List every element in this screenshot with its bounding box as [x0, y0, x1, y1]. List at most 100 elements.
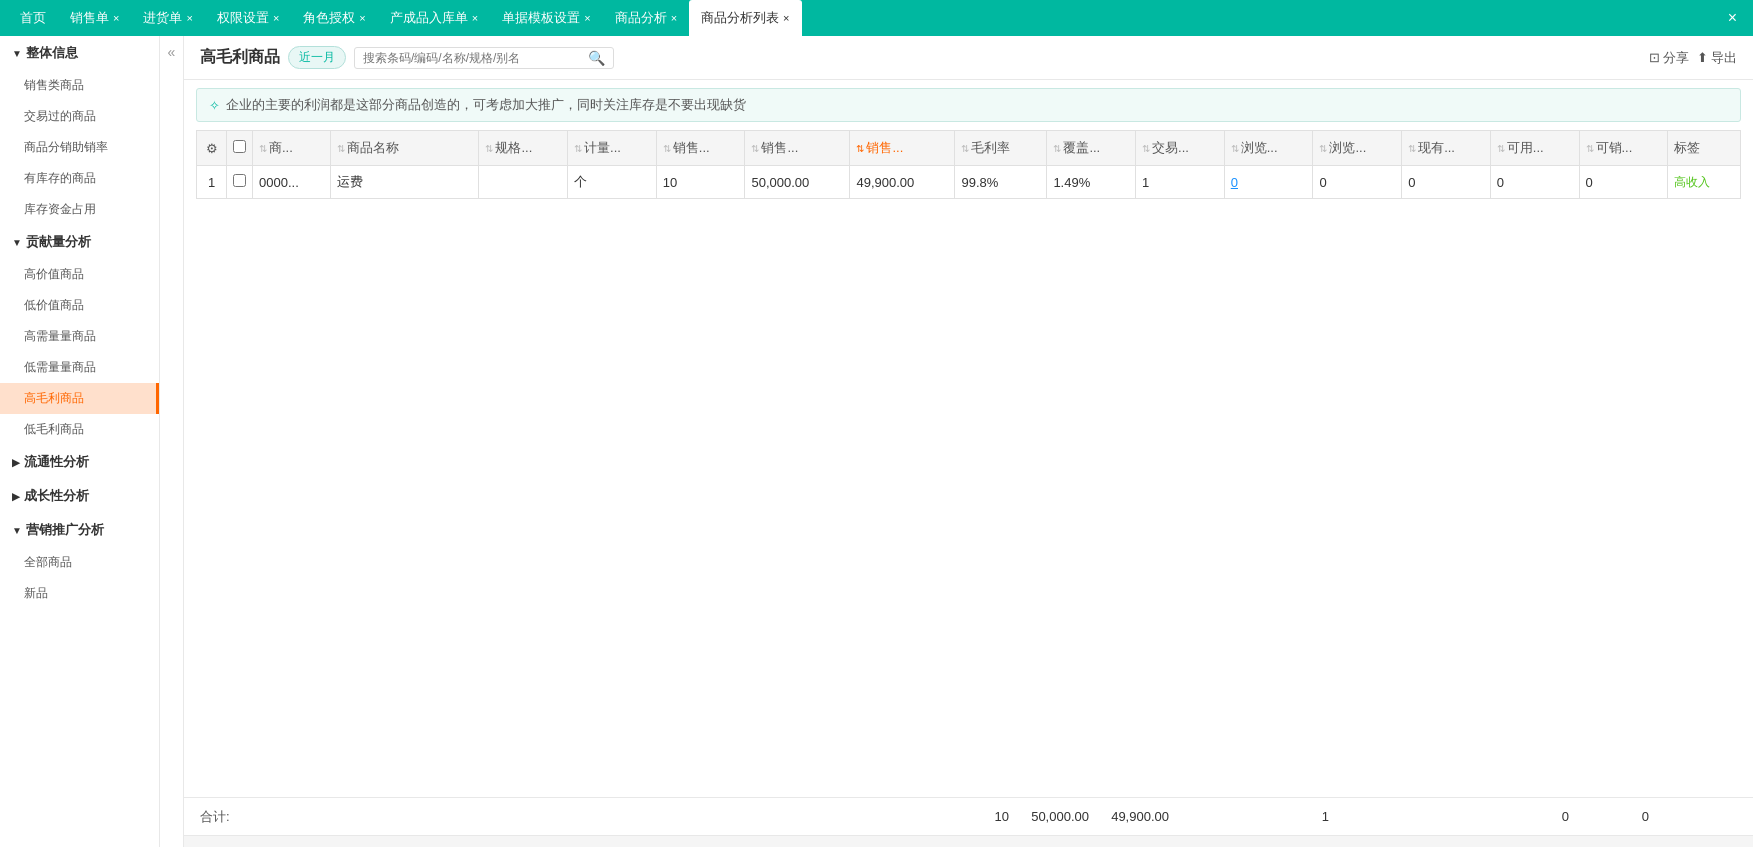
close-roles-tab[interactable]: ×: [359, 12, 365, 24]
col-spec[interactable]: ⇅规格...: [479, 131, 568, 166]
col-available-stock[interactable]: ⇅可用...: [1490, 131, 1579, 166]
search-input[interactable]: [363, 51, 588, 65]
export-icon: ⬆: [1697, 50, 1708, 65]
cell-name: 运费: [331, 166, 479, 199]
col-code[interactable]: ⇅商...: [253, 131, 331, 166]
sidebar-item-new-goods[interactable]: 新品: [0, 578, 159, 609]
col-view2[interactable]: ⇅浏览...: [1313, 131, 1402, 166]
sidebar-item-high-value[interactable]: 高价值商品: [0, 259, 159, 290]
sidebar-item-distribution-rate[interactable]: 商品分销助销率: [0, 132, 159, 163]
cell-checkbox[interactable]: [227, 166, 253, 199]
footer-current-stock: 0: [1497, 809, 1577, 824]
col-checkbox[interactable]: [227, 131, 253, 166]
filter-recent-month-button[interactable]: 近一月: [288, 46, 346, 69]
col-unit[interactable]: ⇅计量...: [568, 131, 657, 166]
col-tag[interactable]: 标签: [1668, 131, 1741, 166]
close-analysis-list-tab[interactable]: ×: [783, 12, 789, 24]
top-navigation: 首页 销售单 × 进货单 × 权限设置 × 角色授权 × 产成品入库单 × 单据…: [0, 0, 1753, 36]
share-icon: ⊡: [1649, 50, 1660, 65]
nav-purchase[interactable]: 进货单 ×: [131, 0, 204, 36]
table-area: ⚙ ⇅商... ⇅商品名称 ⇅规格... ⇅计量... ⇅销售... ⇅销售..…: [184, 130, 1753, 797]
cell-view2: 0: [1313, 166, 1402, 199]
export-button[interactable]: ⬆ 导出: [1697, 49, 1737, 67]
col-name[interactable]: ⇅商品名称: [331, 131, 479, 166]
close-sales-tab[interactable]: ×: [113, 12, 119, 24]
sidebar-group-marketing[interactable]: ▼ 营销推广分析: [0, 513, 159, 547]
close-analysis-tab[interactable]: ×: [671, 12, 677, 24]
sidebar-group-contribution[interactable]: ▼ 贡献量分析: [0, 225, 159, 259]
sidebar-item-high-margin[interactable]: 高毛利商品: [0, 383, 159, 414]
cell-sales-amount: 50,000.00: [745, 166, 850, 199]
nav-template[interactable]: 单据模板设置 ×: [490, 0, 602, 36]
nav-analysis[interactable]: 商品分析 ×: [603, 0, 689, 36]
cell-current-stock: 0: [1402, 166, 1491, 199]
col-sales-qty[interactable]: ⇅销售...: [656, 131, 745, 166]
sidebar-item-stock-capital[interactable]: 库存资金占用: [0, 194, 159, 225]
cell-saleable-stock: 0: [1579, 166, 1668, 199]
col-gross-rate[interactable]: ⇅毛利率: [955, 131, 1047, 166]
sidebar-item-sales-goods[interactable]: 销售类商品: [0, 70, 159, 101]
sidebar-item-traded-goods[interactable]: 交易过的商品: [0, 101, 159, 132]
nav-permissions[interactable]: 权限设置 ×: [205, 0, 291, 36]
col-saleable-stock[interactable]: ⇅可销...: [1579, 131, 1668, 166]
sidebar-group-liquidity[interactable]: ▶ 流通性分析: [0, 445, 159, 479]
sidebar-item-high-demand[interactable]: 高需量量商品: [0, 321, 159, 352]
col-current-stock[interactable]: ⇅现有...: [1402, 131, 1491, 166]
search-box: 🔍: [354, 47, 614, 69]
group-label-growth: 成长性分析: [24, 487, 89, 505]
footer-sales-qty: 10: [937, 809, 1017, 824]
sidebar-group-growth[interactable]: ▶ 成长性分析: [0, 479, 159, 513]
group-label-liquidity: 流通性分析: [24, 453, 89, 471]
horizontal-scrollbar[interactable]: [184, 835, 1753, 847]
close-template-tab[interactable]: ×: [584, 12, 590, 24]
select-all-checkbox[interactable]: [233, 140, 246, 153]
info-icon: ✧: [209, 98, 220, 113]
close-all-button[interactable]: ×: [1720, 9, 1745, 27]
cell-tag: 高收入: [1668, 166, 1741, 199]
nav-home[interactable]: 首页: [8, 0, 58, 36]
col-coverage[interactable]: ⇅覆盖...: [1047, 131, 1136, 166]
close-production-tab[interactable]: ×: [472, 12, 478, 24]
sidebar-group-overall[interactable]: ▼ 整体信息: [0, 36, 159, 70]
nav-roles[interactable]: 角色授权 ×: [291, 0, 377, 36]
data-table: ⚙ ⇅商... ⇅商品名称 ⇅规格... ⇅计量... ⇅销售... ⇅销售..…: [196, 130, 1741, 199]
col-sales-amount[interactable]: ⇅销售...: [745, 131, 850, 166]
arrow-contribution: ▼: [12, 237, 22, 248]
col-settings[interactable]: ⚙: [197, 131, 227, 166]
sidebar: ▼ 整体信息 销售类商品 交易过的商品 商品分销助销率 有库存的商品 库存资金占…: [0, 36, 160, 847]
cell-num: 1: [197, 166, 227, 199]
sidebar-collapse-button[interactable]: «: [160, 36, 184, 847]
footer-label: 合计:: [200, 808, 230, 826]
group-label-overall: 整体信息: [26, 44, 78, 62]
content-panel: 高毛利商品 近一月 🔍 ⊡ 分享 ⬆ 导出 ✧ 企业的主要的利润都是这部分商品创…: [184, 36, 1753, 847]
sidebar-item-low-demand[interactable]: 低需量量商品: [0, 352, 159, 383]
share-button[interactable]: ⊡ 分享: [1649, 49, 1689, 67]
close-permissions-tab[interactable]: ×: [273, 12, 279, 24]
col-sales-profit[interactable]: ⇅销售...: [850, 131, 955, 166]
sidebar-item-all-goods[interactable]: 全部商品: [0, 547, 159, 578]
cell-unit: 个: [568, 166, 657, 199]
nav-production[interactable]: 产成品入库单 ×: [378, 0, 490, 36]
footer-available-stock: 0: [1577, 809, 1657, 824]
info-text: 企业的主要的利润都是这部分商品创造的，可考虑加大推广，同时关注库存是不要出现缺货: [226, 96, 746, 114]
cell-coverage: 1.49%: [1047, 166, 1136, 199]
row-checkbox[interactable]: [233, 174, 246, 187]
sidebar-item-low-value[interactable]: 低价值商品: [0, 290, 159, 321]
col-transaction[interactable]: ⇅交易...: [1136, 131, 1225, 166]
sidebar-item-low-margin[interactable]: 低毛利商品: [0, 414, 159, 445]
arrow-overall: ▼: [12, 48, 22, 59]
cell-available-stock: 0: [1490, 166, 1579, 199]
header-actions: ⊡ 分享 ⬆ 导出: [1649, 49, 1737, 67]
arrow-marketing: ▼: [12, 525, 22, 536]
nav-sales[interactable]: 销售单 ×: [58, 0, 131, 36]
footer-transaction: 1: [1257, 809, 1337, 824]
nav-analysis-list[interactable]: 商品分析列表 ×: [689, 0, 801, 36]
close-purchase-tab[interactable]: ×: [186, 12, 192, 24]
collapse-icon: «: [168, 44, 176, 60]
cell-view1[interactable]: 0: [1224, 166, 1313, 199]
content-header: 高毛利商品 近一月 🔍 ⊡ 分享 ⬆ 导出: [184, 36, 1753, 80]
sidebar-item-in-stock[interactable]: 有库存的商品: [0, 163, 159, 194]
col-view1[interactable]: ⇅浏览...: [1224, 131, 1313, 166]
search-icon[interactable]: 🔍: [588, 50, 605, 66]
cell-code: 0000...: [253, 166, 331, 199]
